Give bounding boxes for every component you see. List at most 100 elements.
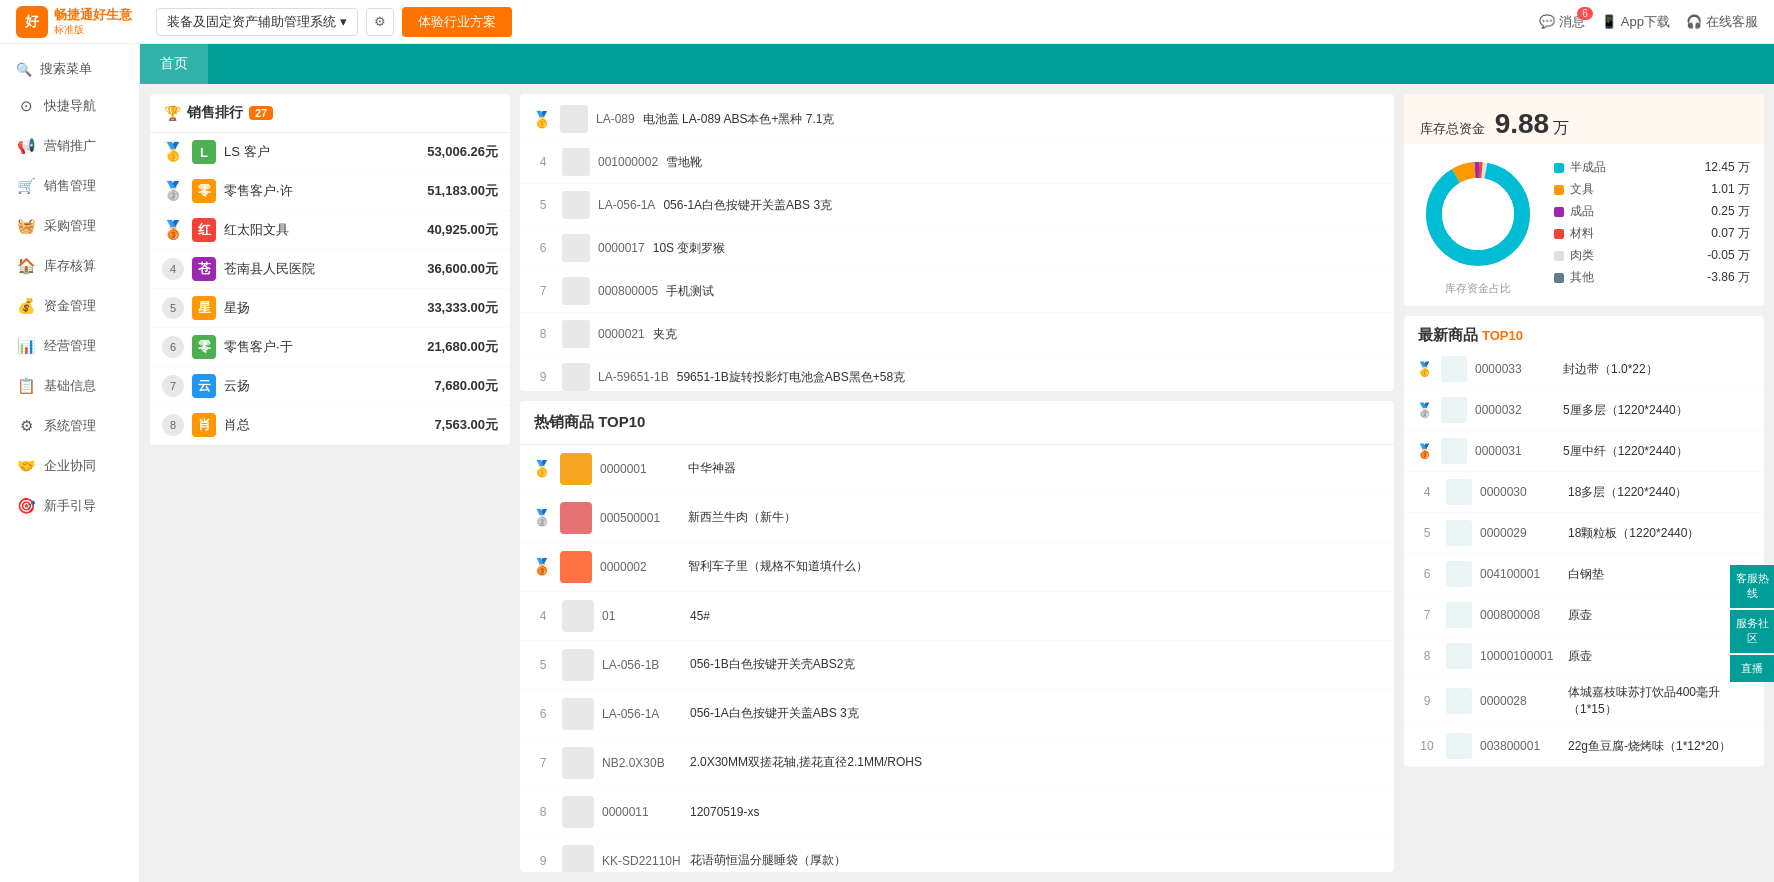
sales-rank-header: 🏆 销售排行 27 bbox=[150, 94, 510, 133]
legend-name-4: 材料 bbox=[1570, 225, 1684, 242]
list-item: 🥈 0000032 5厘多层（1220*2440） bbox=[1404, 390, 1764, 431]
list-item: 4 01 45# bbox=[520, 592, 1394, 641]
newest-products-badge: TOP10 bbox=[1482, 328, 1523, 343]
topbar: 好 畅捷通好生意 标准版 装备及固定资产辅助管理系统 ▾ ⚙ 体验行业方案 💬 … bbox=[0, 0, 1774, 44]
product-name-3: 056-1A白色按键开关盖ABS 3克 bbox=[663, 197, 1382, 214]
float-service-btn[interactable]: 客服热线 bbox=[1730, 565, 1774, 608]
rank-name-6: 零售客户·于 bbox=[224, 338, 419, 356]
product-name-6: 夹克 bbox=[653, 326, 1382, 343]
legend-dot-1 bbox=[1554, 163, 1564, 173]
hot-thumb-8 bbox=[562, 796, 594, 828]
settings-button[interactable]: ⚙ bbox=[366, 8, 394, 36]
newest-name-6: 白钢垫 bbox=[1568, 566, 1752, 583]
search-menu[interactable]: 🔍 搜索菜单 bbox=[0, 52, 139, 86]
sidebar-label-enterprise: 企业协同 bbox=[44, 457, 96, 475]
list-item: 🥈 000500001 新西兰牛肉（新牛） bbox=[520, 494, 1394, 543]
rank-num-r7: 9 bbox=[532, 370, 554, 384]
operations-icon: 📊 bbox=[16, 336, 36, 356]
sidebar-item-quick-nav[interactable]: ⊙ 快捷导航 bbox=[0, 86, 139, 126]
sales-rank-title: 销售排行 bbox=[187, 104, 243, 122]
middle-column: 🥇 LA-089 电池盖 LA-089 ABS本色+黑种 7.1克 4 0010… bbox=[520, 94, 1394, 872]
newest-code-2: 0000032 bbox=[1475, 403, 1555, 417]
rank-badge-3: 红 bbox=[192, 218, 216, 242]
list-item: 🥉 0000002 智利车子里（规格不知道填什么） bbox=[520, 543, 1394, 592]
newest-name-8: 原壶 bbox=[1568, 648, 1752, 665]
chevron-down-icon: ▾ bbox=[340, 14, 347, 29]
inventory-title: 库存总资金 9.88 万 bbox=[1420, 108, 1748, 140]
newest-code-5: 0000029 bbox=[1480, 526, 1560, 540]
product-code-4: 0000017 bbox=[598, 241, 645, 255]
sidebar-item-guide[interactable]: 🎯 新手引导 bbox=[0, 486, 139, 526]
hot-code-7: NB2.0X30B bbox=[602, 756, 682, 770]
float-service-panel: 客服热线 服务社区 直播 bbox=[1730, 565, 1774, 682]
newest-medal-2: 🥈 bbox=[1416, 402, 1433, 418]
tab-home-label: 首页 bbox=[160, 55, 188, 73]
left-column: 🏆 销售排行 27 🥇 L LS 客户 53,006.26元 🥈 bbox=[150, 94, 510, 872]
newest-rank-6: 6 bbox=[1416, 567, 1438, 581]
hot-code-5: LA-056-1B bbox=[602, 658, 682, 672]
rank-amount-3: 40,925.00元 bbox=[427, 221, 498, 239]
legend-name-1: 半成品 bbox=[1570, 159, 1684, 176]
sidebar-item-sales[interactable]: 🛒 销售管理 bbox=[0, 166, 139, 206]
sidebar-item-enterprise[interactable]: 🤝 企业协同 bbox=[0, 446, 139, 486]
rank-medal-2: 🥈 bbox=[162, 180, 184, 202]
hot-rank-7: 7 bbox=[532, 756, 554, 770]
list-item: 5 LA-056-1B 056-1B白色按键开关壳ABS2克 bbox=[520, 641, 1394, 690]
newest-code-4: 0000030 bbox=[1480, 485, 1560, 499]
sidebar-label-finance: 资金管理 bbox=[44, 297, 96, 315]
phone-icon: 📱 bbox=[1601, 14, 1617, 29]
rank-medal-1: 🥇 bbox=[162, 141, 184, 163]
message-icon: 💬 bbox=[1539, 14, 1555, 29]
newest-name-1: 封边带（1.0*22） bbox=[1563, 361, 1752, 378]
hot-thumb-3 bbox=[560, 551, 592, 583]
rank-badge-4: 苍 bbox=[192, 257, 216, 281]
legend-item-4: 材料 0.07 万 bbox=[1554, 225, 1750, 242]
nav-tabs: 首页 bbox=[140, 44, 1774, 84]
newest-products-header: 最新商品 TOP10 bbox=[1404, 316, 1764, 349]
list-item: 8 0000011 12070519-xs bbox=[520, 788, 1394, 837]
float-community-btn[interactable]: 服务社区 bbox=[1730, 610, 1774, 653]
product-thumb-5 bbox=[562, 277, 590, 305]
hot-products-card: 热销商品 TOP10 🥇 0000001 中华神器 🥈 000500001 bbox=[520, 401, 1394, 873]
headset-icon: 🎧 bbox=[1686, 14, 1702, 29]
system-select[interactable]: 装备及固定资产辅助管理系统 ▾ bbox=[156, 8, 358, 36]
rank-num-5: 5 bbox=[162, 297, 184, 319]
list-item: 6 LA-056-1A 056-1A白色按键开关盖ABS 3克 bbox=[520, 690, 1394, 739]
rank-name-1: LS 客户 bbox=[224, 143, 419, 161]
hot-rank-9: 9 bbox=[532, 854, 554, 868]
product-name-1: 电池盖 LA-089 ABS本色+黑种 7.1克 bbox=[643, 111, 1382, 128]
message-button[interactable]: 💬 消息 6 bbox=[1539, 13, 1585, 31]
hot-name-7: 2.0X30MM双搓花轴,搓花直径2.1MM/ROHS bbox=[690, 754, 1382, 771]
sidebar-item-marketing[interactable]: 📢 营销推广 bbox=[0, 126, 139, 166]
legend-name-3: 成品 bbox=[1570, 203, 1684, 220]
rank-num-r5: 7 bbox=[532, 284, 554, 298]
sidebar-label-marketing: 营销推广 bbox=[44, 137, 96, 155]
newest-thumb-9 bbox=[1446, 688, 1472, 714]
float-broadcast-btn[interactable]: 直播 bbox=[1730, 655, 1774, 682]
sales-icon: 🛒 bbox=[16, 176, 36, 196]
sidebar-item-purchase[interactable]: 🧺 采购管理 bbox=[0, 206, 139, 246]
sidebar-item-system[interactable]: ⚙ 系统管理 bbox=[0, 406, 139, 446]
online-service-button[interactable]: 🎧 在线客服 bbox=[1686, 13, 1758, 31]
message-badge: 6 bbox=[1577, 7, 1593, 20]
finance-icon: 💰 bbox=[16, 296, 36, 316]
try-industry-button[interactable]: 体验行业方案 bbox=[402, 7, 512, 37]
sidebar-item-inventory[interactable]: 🏠 库存核算 bbox=[0, 246, 139, 286]
list-item: 10 003800001 22g鱼豆腐-烧烤味（1*12*20） bbox=[1404, 726, 1764, 767]
newest-name-9: 体城嘉枝味苏打饮品400毫升（1*15） bbox=[1568, 684, 1752, 718]
recent-sales-card: 🥇 LA-089 电池盖 LA-089 ABS本色+黑种 7.1克 4 0010… bbox=[520, 94, 1394, 391]
rank-num-r4: 6 bbox=[532, 241, 554, 255]
legend-item-2: 文具 1.01 万 bbox=[1554, 181, 1750, 198]
sidebar-item-basic[interactable]: 📋 基础信息 bbox=[0, 366, 139, 406]
hot-name-3: 智利车子里（规格不知道填什么） bbox=[688, 558, 1382, 575]
trophy-icon: 🏆 bbox=[164, 105, 181, 121]
product-code-6: 0000021 bbox=[598, 327, 645, 341]
logo-main-text: 畅捷通好生意 bbox=[54, 7, 132, 24]
tab-home[interactable]: 首页 bbox=[140, 44, 208, 84]
sidebar-item-finance[interactable]: 💰 资金管理 bbox=[0, 286, 139, 326]
donut-chart: 库存资金占比 bbox=[1418, 154, 1538, 296]
app-download-button[interactable]: 📱 App下载 bbox=[1601, 13, 1670, 31]
sidebar-item-operations[interactable]: 📊 经营管理 bbox=[0, 326, 139, 366]
newest-thumb-10 bbox=[1446, 733, 1472, 759]
inventory-card: 库存总资金 9.88 万 bbox=[1404, 94, 1764, 306]
